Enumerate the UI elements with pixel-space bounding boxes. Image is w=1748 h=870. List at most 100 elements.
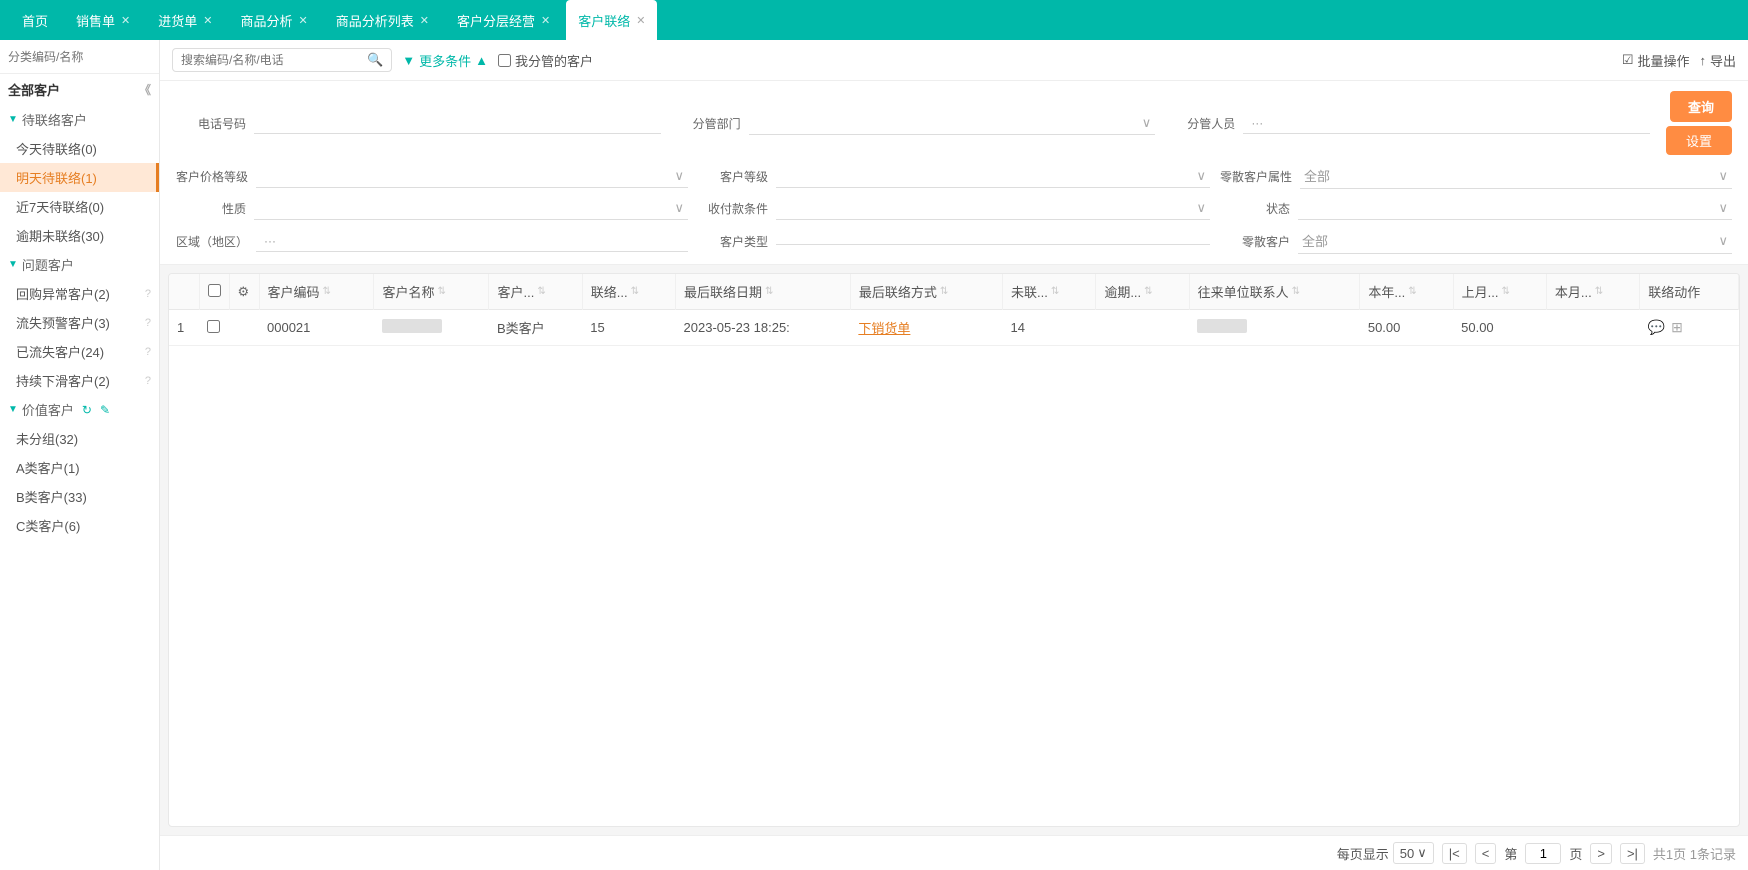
help-icon: ? (145, 346, 151, 358)
grid-icon[interactable]: ⊞ (1671, 319, 1683, 336)
export-icon: ↑ (1699, 53, 1706, 68)
contact-icon[interactable]: 💬 (1648, 319, 1665, 336)
customer-level-filter: 客户等级 ∨ (698, 165, 1210, 188)
sidebar-item-7day-contact[interactable]: 近7天待联络(0) (0, 192, 159, 221)
last-contact-method-link[interactable]: 下销货单 (858, 321, 910, 336)
col-uncontacted: 未联... ⇅ (1003, 274, 1096, 310)
nav-purchase-order[interactable]: 进货单 ✕ (146, 0, 224, 40)
region-select[interactable]: ··· (256, 231, 688, 252)
status-select[interactable]: ∨ (1298, 197, 1732, 220)
sidebar-item-b-class[interactable]: B类客户(33) (0, 482, 159, 511)
select-all-checkbox[interactable] (208, 284, 221, 297)
close-icon[interactable]: ✕ (121, 14, 130, 27)
filter-row-3: 性质 ∨ 收付款条件 ∨ 状态 (176, 197, 1732, 220)
customer-type-filter: 客户类型 (698, 233, 1210, 250)
my-customers-checkbox[interactable] (498, 54, 511, 67)
help-icon: ? (145, 288, 151, 300)
sidebar-item-churn-warning[interactable]: 流失预警客户(3) ? (0, 308, 159, 337)
filter-panel: 电话号码 分管部门 ∨ 分管人员 ··· (160, 81, 1748, 265)
retail-attr-filter: 零散客户属性 全部 ∨ (1220, 163, 1732, 189)
dept-select[interactable]: ∨ (749, 112, 1156, 135)
checkbox-icon: ☑ (1622, 52, 1634, 68)
page-size-dropdown[interactable]: 50 ∨ (1393, 842, 1434, 864)
batch-operation-btn[interactable]: ☑ 批量操作 (1622, 51, 1690, 70)
dept-filter: 分管部门 ∨ (671, 112, 1156, 135)
customer-level-select[interactable]: ∨ (776, 165, 1210, 188)
row-checkbox[interactable] (207, 320, 220, 333)
nav-customer-tier[interactable]: 客户分层经营 ✕ (445, 0, 562, 40)
nav-home[interactable]: 首页 (10, 0, 60, 40)
col-customer-type: 客户... ⇅ (489, 274, 582, 310)
search-icon-btn[interactable]: 🔍 (367, 52, 383, 68)
last-page-btn[interactable]: >| (1620, 843, 1645, 864)
search-bar: 🔍 ▼ 更多条件 ▲ 我分管的客户 ☑ 批量操作 ↑ 导出 (160, 40, 1748, 81)
sidebar-item-ungrouped[interactable]: 未分组(32) (0, 424, 159, 453)
payment-select[interactable]: ∨ (776, 197, 1210, 220)
sidebar-item-tomorrow-contact[interactable]: 明天待联络(1) (0, 163, 159, 192)
triangle-icon: ▼ (8, 114, 18, 125)
close-icon[interactable]: ✕ (541, 14, 550, 27)
phone-filter: 电话号码 (176, 113, 661, 134)
more-filters-btn[interactable]: ▼ 更多条件 ▲ (402, 51, 488, 70)
sidebar-item-a-class[interactable]: A类客户(1) (0, 453, 159, 482)
search-bar-right: ☑ 批量操作 ↑ 导出 (1622, 51, 1736, 70)
col-gear: ⚙ (229, 274, 259, 310)
sidebar-item-churned[interactable]: 已流失客户(24) ? (0, 337, 159, 366)
manager-select[interactable]: ··· (1243, 113, 1650, 134)
prev-page-btn[interactable]: < (1475, 843, 1497, 864)
retail-customer-select[interactable]: 全部 ∨ (1298, 228, 1732, 254)
action-icons: 💬 ⊞ (1648, 319, 1731, 336)
nav-product-analysis[interactable]: 商品分析 ✕ (228, 0, 319, 40)
cell-index: 1 (169, 310, 199, 346)
table-row: 1 000021 B类客户 15 2023-05-23 18:25: (169, 310, 1739, 346)
chevron-down-icon: ∨ (1718, 168, 1728, 184)
col-last-contact-method: 最后联络方式 ⇅ (850, 274, 1002, 310)
page-number-input[interactable] (1525, 843, 1561, 864)
customer-type-select[interactable] (776, 238, 1210, 245)
sidebar-search-input[interactable] (8, 50, 160, 64)
sort-icon: ⇅ (438, 286, 446, 297)
col-action: 联络动作 (1640, 274, 1739, 310)
price-level-select[interactable]: ∨ (256, 165, 688, 188)
nav-customer-contact[interactable]: 客户联络 ✕ (566, 0, 657, 40)
gear-icon[interactable]: ⚙ (238, 284, 250, 299)
sidebar-item-declining[interactable]: 持续下滑客户(2) ? (0, 366, 159, 395)
sidebar-item-today-contact[interactable]: 今天待联络(0) (0, 134, 159, 163)
col-index (169, 274, 199, 310)
filter-row-4: 区域（地区） ··· 客户类型 零散客户 全部 ∨ (176, 228, 1732, 254)
first-page-btn[interactable]: |< (1442, 843, 1467, 864)
sidebar-item-repurchase-abnormal[interactable]: 回购异常客户(2) ? (0, 279, 159, 308)
main-search-input[interactable] (181, 53, 361, 67)
nav-product-analysis-list[interactable]: 商品分析列表 ✕ (324, 0, 441, 40)
refresh-icon[interactable]: ↻ (82, 403, 92, 417)
triangle-icon: ▼ (8, 404, 18, 415)
next-page-btn[interactable]: > (1590, 843, 1612, 864)
sidebar-item-c-class[interactable]: C类客户(6) (0, 511, 159, 540)
region-filter: 区域（地区） ··· (176, 231, 688, 252)
query-button[interactable]: 查询 (1670, 91, 1732, 122)
close-icon[interactable]: ✕ (203, 14, 212, 27)
export-btn[interactable]: ↑ 导出 (1699, 51, 1736, 70)
edit-icon[interactable]: ✎ (100, 403, 110, 417)
sidebar: 🔍 全部客户 《 ▼ 待联络客户 今天待联络(0) 明天待联络(1) 近7天待联… (0, 40, 160, 870)
close-icon[interactable]: ✕ (420, 14, 429, 27)
cell-last-contact-date: 2023-05-23 18:25: (676, 310, 851, 346)
settings-button[interactable]: 设置 (1666, 126, 1732, 155)
close-icon[interactable]: ✕ (299, 14, 308, 27)
help-icon: ? (145, 375, 151, 387)
col-overdue: 逾期... ⇅ (1096, 274, 1189, 310)
price-level-filter: 客户价格等级 ∨ (176, 165, 688, 188)
nav-sales-order[interactable]: 销售单 ✕ (64, 0, 142, 40)
customer-table: ⚙ 客户编码 ⇅ 客户名称 ⇅ (169, 274, 1739, 346)
chevron-down-icon: ∨ (1196, 168, 1206, 184)
all-customers-title[interactable]: 全部客户 《 (0, 74, 159, 105)
close-icon[interactable]: ✕ (636, 14, 645, 27)
retail-attr-select[interactable]: 全部 ∨ (1300, 163, 1732, 189)
top-navigation: 首页 销售单 ✕ 进货单 ✕ 商品分析 ✕ 商品分析列表 ✕ 客户分层经营 ✕ … (0, 0, 1748, 40)
phone-input[interactable] (254, 113, 661, 134)
table-body: 1 000021 B类客户 15 2023-05-23 18:25: (169, 310, 1739, 346)
sidebar-item-overdue-contact[interactable]: 逾期未联络(30) (0, 221, 159, 250)
gender-select[interactable]: ∨ (254, 197, 688, 220)
sort-icon: ⇅ (323, 286, 331, 297)
sort-icon: ⇅ (1051, 286, 1059, 297)
